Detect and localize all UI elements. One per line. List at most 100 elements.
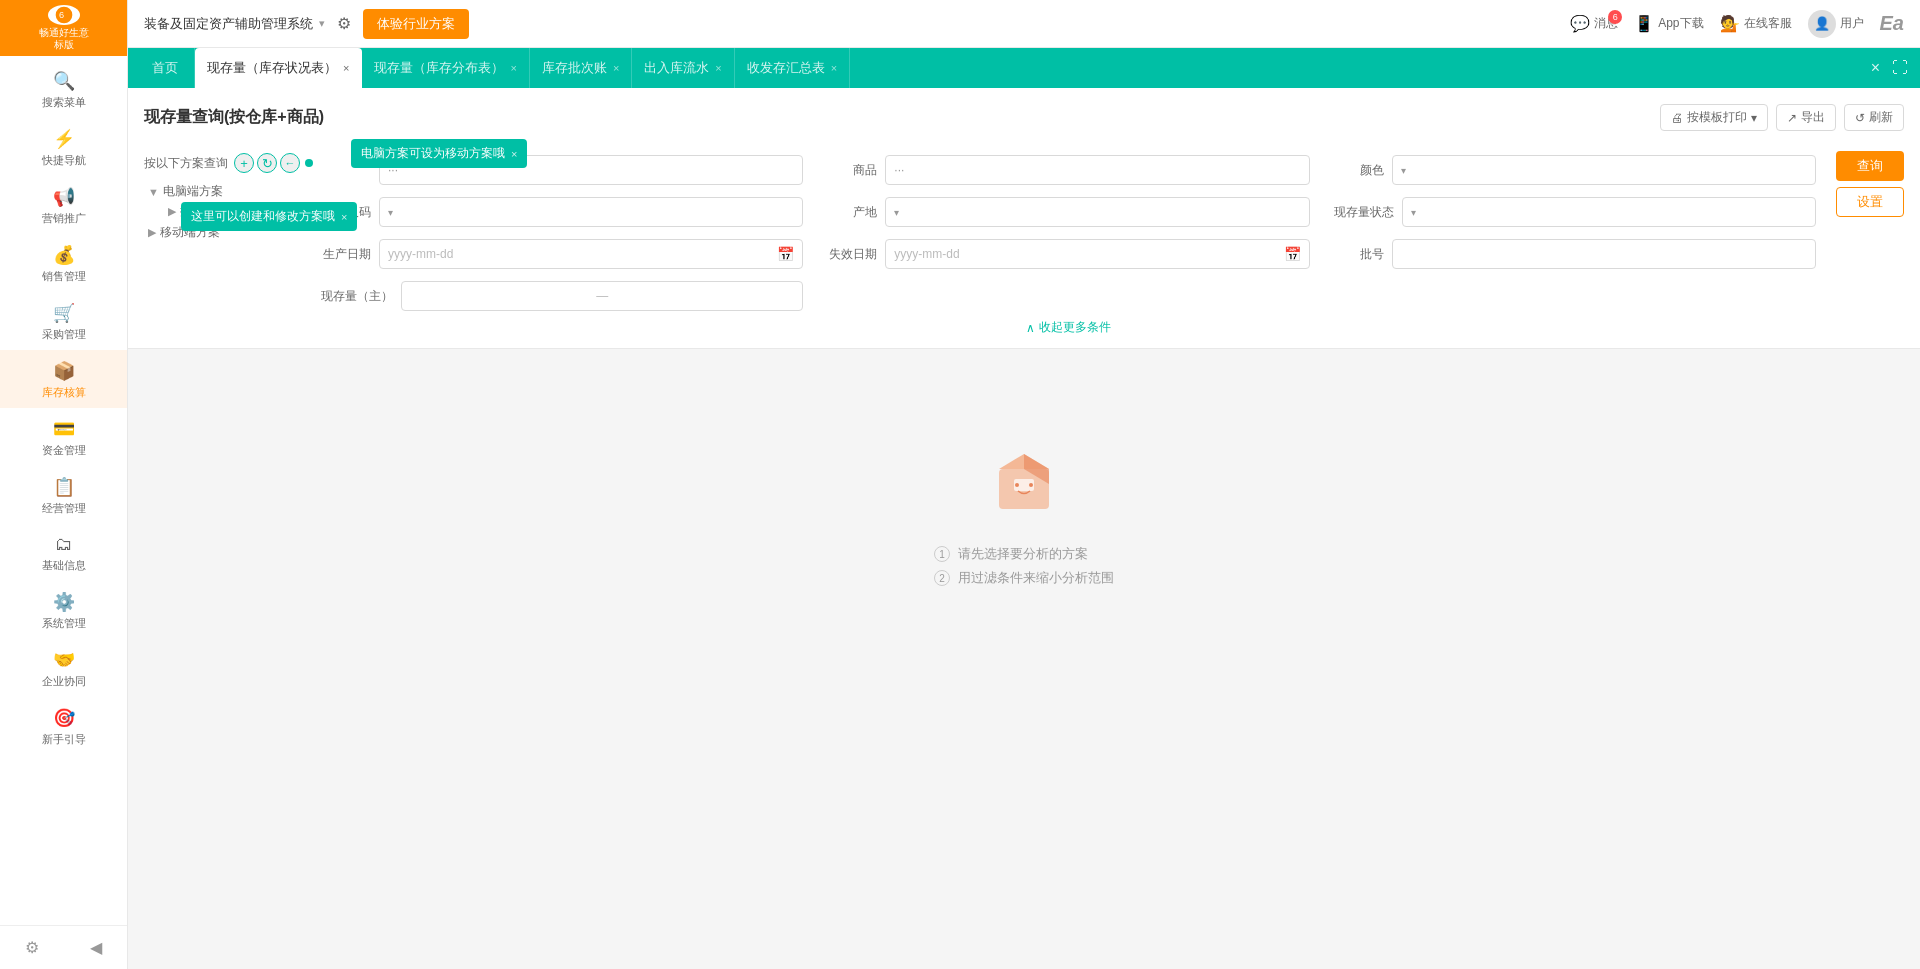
query-button[interactable]: 查询 xyxy=(1836,151,1904,181)
svg-point-7 xyxy=(1029,483,1033,487)
tab-in-out-flow-label: 出入库流水 xyxy=(644,59,709,77)
sidebar-item-guide[interactable]: 🎯 新手引导 xyxy=(0,697,127,755)
page-title-row: 现存量查询(按仓库+商品) 🖨 按模板打印 ▾ ↗ 导出 ↺ 刷新 xyxy=(144,104,1904,131)
calendar-icon2: 📅 xyxy=(1284,246,1301,262)
empty-state: 1 请先选择要分析的方案 2 用过滤条件来缩小分析范围 xyxy=(128,349,1920,673)
export-button[interactable]: ↗ 导出 xyxy=(1776,104,1836,131)
sidebar-item-search[interactable]: 🔍 搜索菜单 xyxy=(0,60,127,118)
tooltip-scheme-mobile: 电脑方案可设为移动方案哦 × xyxy=(351,139,527,168)
user-button[interactable]: 👤 用户 xyxy=(1808,10,1864,38)
empty-tips: 1 请先选择要分析的方案 2 用过滤条件来缩小分析范围 xyxy=(934,545,1114,593)
message-button[interactable]: 💬 消息 6 xyxy=(1570,14,1618,33)
add-scheme-btn[interactable]: + xyxy=(234,153,254,173)
app-download-button[interactable]: 📱 App下载 xyxy=(1634,14,1703,33)
chevron-down-icon5: ▾ xyxy=(1411,207,1416,218)
stock-main-label: 现存量（主） xyxy=(321,288,393,305)
industry-button[interactable]: 体验行业方案 xyxy=(363,9,469,39)
avatar: 👤 xyxy=(1808,10,1836,38)
color-input[interactable]: ▾ xyxy=(1392,155,1816,185)
origin-input[interactable]: ▾ xyxy=(885,197,1309,227)
sidebar-item-sales[interactable]: 💰 销售管理 xyxy=(0,234,127,292)
header-left: 装备及固定资产辅助管理系统 ▾ ⚙ 体验行业方案 xyxy=(144,9,469,39)
sidebar-settings-btn[interactable]: ⚙ xyxy=(21,934,43,961)
top-header: 装备及固定资产辅助管理系统 ▾ ⚙ 体验行业方案 💬 消息 6 📱 App下载 … xyxy=(128,0,1920,48)
finance-icon: 💳 xyxy=(53,418,75,440)
sidebar: 6 畅通好生意 标版 🔍 搜索菜单 ⚡ 快捷导航 📢 营销推广 💰 销售管理 🛒… xyxy=(0,0,128,969)
sidebar-item-marketing[interactable]: 📢 营销推广 xyxy=(0,176,127,234)
sidebar-collapse-btn[interactable]: ◀ xyxy=(86,934,106,961)
sidebar-item-quicknav[interactable]: ⚡ 快捷导航 xyxy=(0,118,127,176)
enterprise-icon: 🤝 xyxy=(53,649,75,671)
tab-home[interactable]: 首页 xyxy=(136,48,195,88)
field-color: 颜色 ▾ xyxy=(1334,155,1816,185)
tooltip1-close-btn[interactable]: × xyxy=(511,148,517,160)
origin-label: 产地 xyxy=(827,204,877,221)
settings-icon[interactable]: ⚙ xyxy=(337,14,351,33)
system-name: 装备及固定资产辅助管理系统 xyxy=(144,15,313,33)
notification-badge: 6 xyxy=(1608,10,1622,24)
sidebar-item-operations[interactable]: 📋 经营管理 xyxy=(0,466,127,524)
form-grid: ··· 商品 ··· 颜色 ▾ xyxy=(321,155,1816,311)
collapse-btn[interactable]: ∧ 收起更多条件 xyxy=(321,319,1816,336)
refresh-icon: ↺ xyxy=(1855,111,1865,125)
page-title: 现存量查询(按仓库+商品) xyxy=(144,107,324,128)
tab-close-receive-send[interactable]: × xyxy=(831,62,837,74)
online-support-button[interactable]: 💁 在线客服 xyxy=(1720,14,1792,33)
sales-icon: 💰 xyxy=(53,244,75,266)
print-button[interactable]: 🖨 按模板打印 ▾ xyxy=(1660,104,1768,131)
product-input[interactable]: ··· xyxy=(885,155,1309,185)
field-size: 尺码 ▾ xyxy=(321,197,803,227)
chevron-down-icon4: ▾ xyxy=(894,207,899,218)
stock-main-range: — xyxy=(401,281,803,311)
tooltip2-close-btn[interactable]: × xyxy=(341,211,347,223)
dot-connector xyxy=(305,159,313,167)
expiry-date-from[interactable]: yyyy-mm-dd 📅 xyxy=(885,239,1309,269)
sidebar-item-enterprise[interactable]: 🤝 企业协同 xyxy=(0,639,127,697)
tab-close-inventory-status[interactable]: × xyxy=(343,62,349,74)
sidebar-item-inventory[interactable]: 📦 库存核算 xyxy=(0,350,127,408)
basic-icon: 🗂 xyxy=(55,534,73,555)
tip-1: 1 请先选择要分析的方案 xyxy=(934,545,1114,563)
tab-bar: 首页 现存量（库存状况表） × 现存量（库存分布表） × 库存批次账 × 出入库… xyxy=(128,48,1920,88)
tab-inventory-status-label: 现存量（库存状况表） xyxy=(207,59,337,77)
chevron-down-icon: ▾ xyxy=(319,17,325,30)
tab-close-batch-account[interactable]: × xyxy=(613,62,619,74)
sidebar-item-finance[interactable]: 💳 资金管理 xyxy=(0,408,127,466)
refresh-scheme-btn[interactable]: ↻ xyxy=(257,153,277,173)
refresh-button[interactable]: ↺ 刷新 xyxy=(1844,104,1904,131)
tab-fullscreen-btn[interactable]: ⛶ xyxy=(1888,55,1912,81)
tab-inventory-status[interactable]: 现存量（库存状况表） × xyxy=(195,48,362,88)
reset-button[interactable]: 设置 xyxy=(1836,187,1904,217)
expiry-date-label: 失效日期 xyxy=(827,246,877,263)
sidebar-bottom: ⚙ ◀ xyxy=(0,925,127,969)
sidebar-item-basic[interactable]: 🗂 基础信息 xyxy=(0,524,127,581)
field-stock-main: 现存量（主） — xyxy=(321,281,803,311)
field-expiry-date: 失效日期 yyyy-mm-dd 📅 xyxy=(827,239,1309,269)
export-icon: ↗ xyxy=(1787,111,1797,125)
tab-close-inventory-dist[interactable]: × xyxy=(510,62,516,74)
tab-batch-account[interactable]: 库存批次账 × xyxy=(530,48,632,88)
system-selector[interactable]: 装备及固定资产辅助管理系统 ▾ xyxy=(144,15,325,33)
tab-close-in-out-flow[interactable]: × xyxy=(715,62,721,74)
sidebar-item-purchase[interactable]: 🛒 采购管理 xyxy=(0,292,127,350)
inventory-status-input[interactable]: ▾ xyxy=(1402,197,1816,227)
batch-label: 批号 xyxy=(1334,246,1384,263)
production-date-from[interactable]: yyyy-mm-dd 📅 xyxy=(379,239,803,269)
system-icon: ⚙️ xyxy=(53,591,75,613)
stock-main-input[interactable]: — xyxy=(401,281,803,311)
tab-inventory-dist[interactable]: 现存量（库存分布表） × xyxy=(362,48,529,88)
size-input[interactable]: ▾ xyxy=(379,197,803,227)
back-scheme-btn[interactable]: ← xyxy=(280,153,300,173)
tooltip-create-scheme: 这里可以创建和修改方案哦 × xyxy=(181,202,357,231)
field-inventory-status: 现存量状态 ▾ xyxy=(1334,197,1816,227)
purchase-icon: 🛒 xyxy=(53,302,75,324)
tab-in-out-flow[interactable]: 出入库流水 × xyxy=(632,48,734,88)
tab-receive-send[interactable]: 收发存汇总表 × xyxy=(735,48,850,88)
logo-icon: 6 xyxy=(48,5,80,25)
batch-input[interactable] xyxy=(1392,239,1816,269)
sidebar-item-system[interactable]: ⚙️ 系统管理 xyxy=(0,581,127,639)
tab-close-all-btn[interactable]: × xyxy=(1867,55,1884,81)
svg-point-6 xyxy=(1015,483,1019,487)
user-label: 用户 xyxy=(1840,15,1864,32)
tab-home-label: 首页 xyxy=(152,59,178,77)
